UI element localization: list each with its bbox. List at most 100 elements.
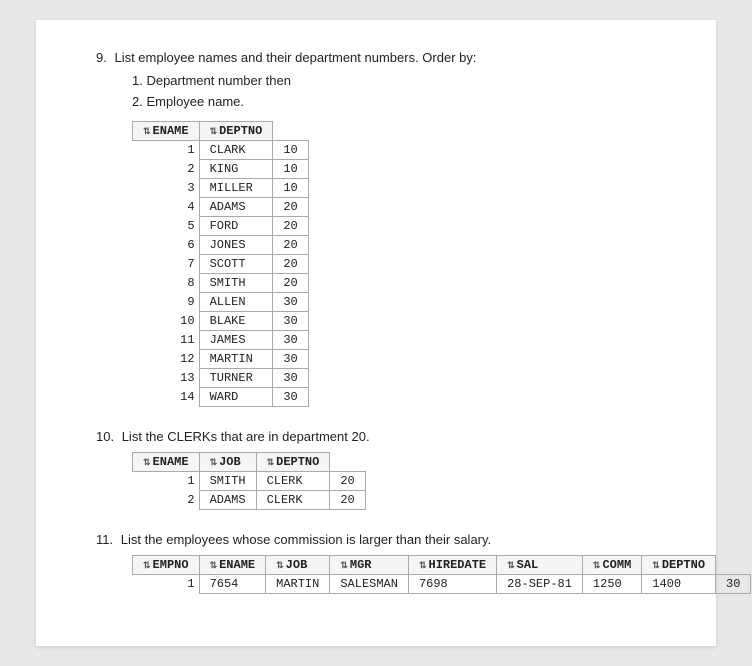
sort-icon: ⇅ [507, 561, 515, 571]
row-num: 3 [133, 178, 200, 197]
cell-ename: KING [199, 159, 273, 178]
row-num: 5 [133, 216, 200, 235]
cell-deptno: 20 [273, 197, 308, 216]
table-row: 3MILLER10 [133, 178, 309, 197]
table-cell: 7698 [408, 574, 496, 593]
q10-table: ⇅ENAME ⇅JOB ⇅DEPTNO 1SMITHCLERK202ADAMSC… [132, 452, 366, 510]
cell-deptno: 20 [273, 273, 308, 292]
cell-deptno: 30 [273, 330, 308, 349]
cell-ename: JONES [199, 235, 273, 254]
cell-deptno: 20 [273, 235, 308, 254]
table-row: 5FORD20 [133, 216, 309, 235]
sort-icon: ⇅ [143, 127, 151, 137]
sort-icon: ⇅ [419, 561, 427, 571]
table-cell: ADAMS [199, 490, 256, 509]
row-num: 2 [133, 159, 200, 178]
q11-col-comm: ⇅COMM [582, 555, 641, 574]
table-cell: MARTIN [266, 574, 330, 593]
q11-col-ename: ⇅ENAME [199, 555, 266, 574]
q11-table-wrap: ⇅EMPNO ⇅ENAME ⇅JOB ⇅MGR ⇅HIREDATE ⇅SAL ⇅… [132, 555, 656, 594]
cell-ename: TURNER [199, 368, 273, 387]
q11-col-mgr: ⇅MGR [330, 555, 409, 574]
cell-deptno: 30 [273, 349, 308, 368]
q10-col-job: ⇅JOB [199, 452, 256, 471]
sort-icon: ⇅ [267, 458, 275, 468]
table-row: 8SMITH20 [133, 273, 309, 292]
sort-icon: ⇅ [652, 561, 660, 571]
q9-col-ename: ⇅ENAME [133, 121, 200, 140]
row-num: 12 [133, 349, 200, 368]
table-cell: CLERK [256, 490, 330, 509]
page: 9. List employee names and their departm… [36, 20, 716, 646]
table-row: 7SCOTT20 [133, 254, 309, 273]
row-num: 13 [133, 368, 200, 387]
cell-deptno: 30 [273, 292, 308, 311]
table-row: 11JAMES30 [133, 330, 309, 349]
q11-col-sal: ⇅SAL [497, 555, 583, 574]
sort-icon: ⇅ [210, 458, 218, 468]
q11-col-hiredate: ⇅HIREDATE [408, 555, 496, 574]
q11-table: ⇅EMPNO ⇅ENAME ⇅JOB ⇅MGR ⇅HIREDATE ⇅SAL ⇅… [132, 555, 751, 594]
cell-ename: WARD [199, 387, 273, 406]
row-num: 4 [133, 197, 200, 216]
q10-col-ename: ⇅ENAME [133, 452, 200, 471]
table-row: 10BLAKE30 [133, 311, 309, 330]
row-num: 9 [133, 292, 200, 311]
cell-ename: JAMES [199, 330, 273, 349]
sort-icon: ⇅ [210, 127, 218, 137]
q10-col-deptno: ⇅DEPTNO [256, 452, 330, 471]
row-num: 11 [133, 330, 200, 349]
cell-ename: ADAMS [199, 197, 273, 216]
q11-col-empno: ⇅EMPNO [133, 555, 200, 574]
row-num: 8 [133, 273, 200, 292]
table-row: 13TURNER30 [133, 368, 309, 387]
table-row: 2ADAMSCLERK20 [133, 490, 366, 509]
row-num: 1 [133, 471, 200, 490]
q11-col-deptno: ⇅DEPTNO [642, 555, 716, 574]
cell-deptno: 10 [273, 140, 308, 159]
table-row: 2KING10 [133, 159, 309, 178]
cell-deptno: 10 [273, 159, 308, 178]
row-num: 6 [133, 235, 200, 254]
table-cell: 20 [330, 471, 365, 490]
table-cell: 1400 [642, 574, 716, 593]
cell-ename: SCOTT [199, 254, 273, 273]
cell-deptno: 20 [273, 216, 308, 235]
sort-icon: ⇅ [593, 561, 601, 571]
sort-icon: ⇅ [210, 561, 218, 571]
q9-title: 9. List employee names and their departm… [96, 50, 656, 65]
row-num: 10 [133, 311, 200, 330]
table-row: 9ALLEN30 [133, 292, 309, 311]
cell-ename: CLARK [199, 140, 273, 159]
table-row: 17654MARTINSALESMAN769828-SEP-8112501400… [133, 574, 751, 593]
table-cell: SALESMAN [330, 574, 409, 593]
table-cell: 28-SEP-81 [497, 574, 583, 593]
cell-ename: FORD [199, 216, 273, 235]
row-num: 1 [133, 140, 200, 159]
sort-icon: ⇅ [143, 561, 151, 571]
question-11: 11. List the employees whose commission … [96, 532, 656, 594]
q9-subitems: 1. Department number then 2. Employee na… [132, 71, 656, 113]
q10-table-wrap: ⇅ENAME ⇅JOB ⇅DEPTNO 1SMITHCLERK202ADAMSC… [132, 452, 656, 510]
table-cell: 30 [716, 574, 751, 593]
cell-deptno: 10 [273, 178, 308, 197]
question-9: 9. List employee names and their departm… [96, 50, 656, 407]
q9-table: ⇅ENAME ⇅DEPTNO 1CLARK102KING103MILLER104… [132, 121, 309, 407]
table-cell: 7654 [199, 574, 266, 593]
question-10: 10. List the CLERKs that are in departme… [96, 429, 656, 510]
table-cell: CLERK [256, 471, 330, 490]
cell-deptno: 30 [273, 368, 308, 387]
table-row: 14WARD30 [133, 387, 309, 406]
table-row: 1CLARK10 [133, 140, 309, 159]
cell-deptno: 30 [273, 387, 308, 406]
table-cell: SMITH [199, 471, 256, 490]
q10-title: 10. List the CLERKs that are in departme… [96, 429, 656, 444]
q9-table-wrap: ⇅ENAME ⇅DEPTNO 1CLARK102KING103MILLER104… [132, 121, 656, 407]
table-cell: 20 [330, 490, 365, 509]
cell-ename: BLAKE [199, 311, 273, 330]
table-row: 4ADAMS20 [133, 197, 309, 216]
row-num: 1 [133, 574, 200, 593]
sort-icon: ⇅ [340, 561, 348, 571]
q11-col-job: ⇅JOB [266, 555, 330, 574]
table-row: 6JONES20 [133, 235, 309, 254]
